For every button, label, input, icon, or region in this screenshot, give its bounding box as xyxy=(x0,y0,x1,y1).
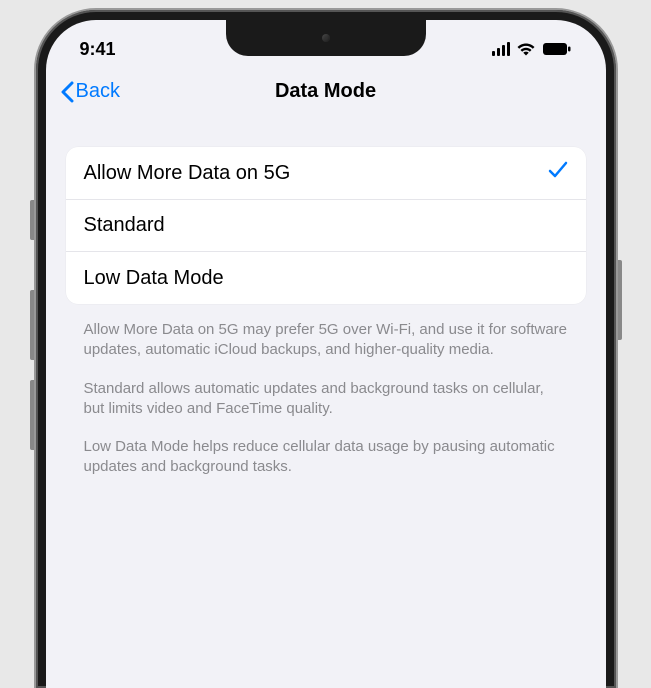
page-title: Data Mode xyxy=(275,80,376,103)
option-allow-more-data[interactable]: Allow More Data on 5G xyxy=(66,147,586,200)
back-button[interactable]: Back xyxy=(60,80,120,103)
status-icons xyxy=(492,42,572,56)
option-label: Allow More Data on 5G xyxy=(84,162,291,185)
screen: 9:41 Back Data Mode xyxy=(46,20,606,688)
status-time: 9:41 xyxy=(80,39,116,60)
back-label: Back xyxy=(76,80,120,103)
option-label: Standard xyxy=(84,214,165,237)
checkmark-icon xyxy=(548,161,568,185)
chevron-left-icon xyxy=(60,81,74,103)
option-low-data-mode[interactable]: Low Data Mode xyxy=(66,252,586,304)
cellular-signal-icon xyxy=(492,42,510,56)
wifi-icon xyxy=(516,42,536,56)
nav-bar: Back Data Mode xyxy=(46,70,606,117)
footer-description: Allow More Data on 5G may prefer 5G over… xyxy=(66,304,586,478)
option-standard[interactable]: Standard xyxy=(66,200,586,252)
content: Allow More Data on 5G Standard Low Data … xyxy=(46,117,606,478)
data-mode-options: Allow More Data on 5G Standard Low Data … xyxy=(66,147,586,304)
footer-p1: Allow More Data on 5G may prefer 5G over… xyxy=(84,320,568,361)
option-label: Low Data Mode xyxy=(84,267,224,290)
battery-icon xyxy=(542,42,572,56)
footer-p2: Standard allows automatic updates and ba… xyxy=(84,379,568,420)
notch xyxy=(226,20,426,56)
phone-frame: 9:41 Back Data Mode xyxy=(36,10,616,688)
footer-p3: Low Data Mode helps reduce cellular data… xyxy=(84,437,568,478)
